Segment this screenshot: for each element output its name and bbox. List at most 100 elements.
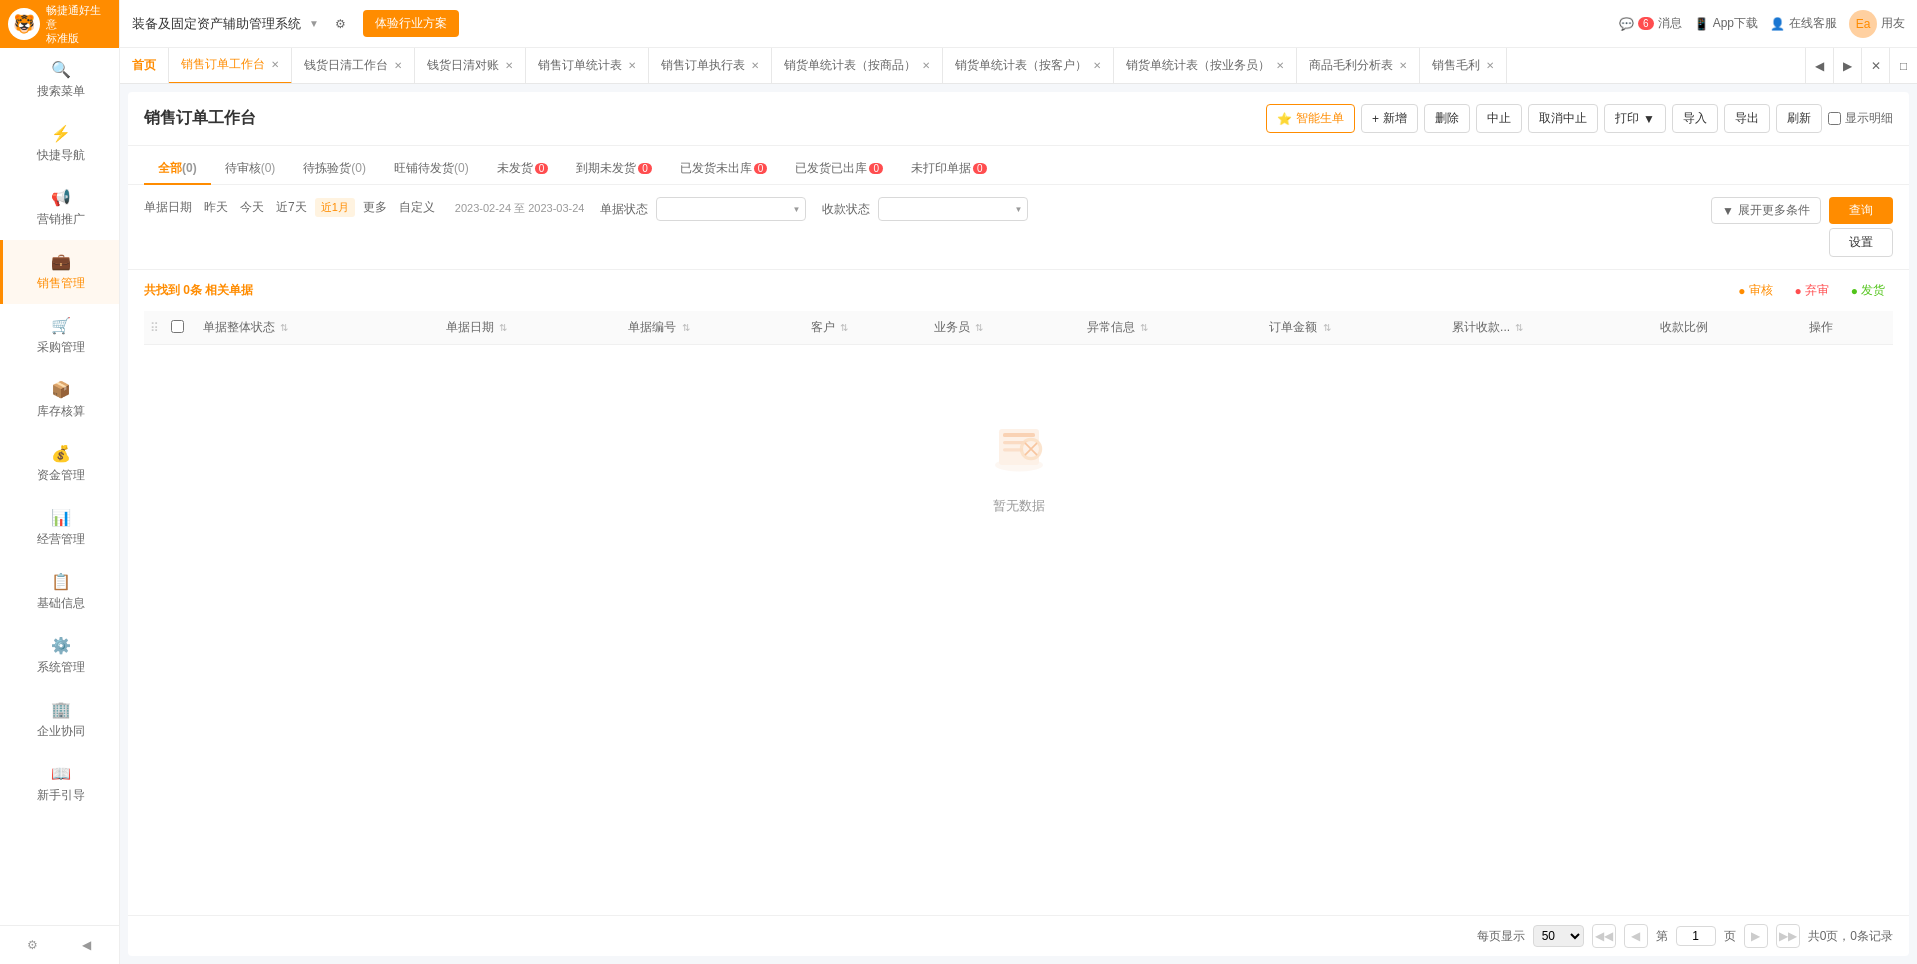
payment-select[interactable] (878, 197, 1028, 221)
sidebar-item-purchase[interactable]: 🛒 采购管理 (0, 304, 119, 368)
sub-tab-shipped-not-in[interactable]: 已发货未出库0 (666, 154, 782, 185)
tab-expand-btn[interactable]: □ (1889, 48, 1917, 84)
first-page-btn[interactable]: ◀◀ (1592, 924, 1616, 948)
page-size-select[interactable]: 50 10 20 100 (1533, 925, 1584, 947)
sort-icon[interactable]: ⇅ (975, 322, 983, 333)
smart-gen-btn[interactable]: ⭐ 智能生单 (1266, 104, 1355, 133)
sub-tab-shipped-out[interactable]: 已发货已出库0 (781, 154, 897, 185)
show-detail-input[interactable] (1828, 112, 1841, 125)
message-btn[interactable]: 💬 6 消息 (1619, 15, 1682, 32)
sidebar-collapse-btn[interactable]: ◀ (62, 934, 112, 956)
sub-tab-not-printed[interactable]: 未打印单据0 (897, 154, 1001, 185)
refresh-btn[interactable]: 刷新 (1776, 104, 1822, 133)
tab-close-btn[interactable]: ✕ (922, 60, 930, 71)
sidebar-item-sales[interactable]: 💼 销售管理 (0, 240, 119, 304)
tab-close-btn[interactable]: ✕ (1276, 60, 1284, 71)
sub-tab-not-shipped[interactable]: 未发货0 (483, 154, 563, 185)
user-menu-btn[interactable]: Ea 用友 (1849, 10, 1905, 38)
sort-icon[interactable]: ⇅ (682, 322, 690, 333)
message-badge: 6 (1638, 17, 1654, 30)
export-btn[interactable]: 导出 (1724, 104, 1770, 133)
sidebar-item-inventory[interactable]: 📦 库存核算 (0, 368, 119, 432)
sidebar-item-guide[interactable]: 📖 新手引导 (0, 752, 119, 816)
page-input[interactable] (1676, 926, 1716, 946)
tab-cash-reconcile[interactable]: 钱货日清对账 ✕ (415, 48, 526, 84)
sidebar-item-search-menu[interactable]: 🔍 搜索菜单 (0, 48, 119, 112)
sort-icon[interactable]: ⇅ (280, 322, 288, 333)
date-more[interactable]: 更多 (359, 197, 391, 218)
tab-close-all-btn[interactable]: ✕ (1861, 48, 1889, 84)
sidebar-logo: 🐯 畅捷通好生意 标准版 (0, 0, 119, 48)
tab-next-btn[interactable]: ▶ (1833, 48, 1861, 84)
import-btn[interactable]: 导入 (1672, 104, 1718, 133)
cancel-abort-btn[interactable]: 取消中止 (1528, 104, 1598, 133)
last-page-btn[interactable]: ▶▶ (1776, 924, 1800, 948)
filter-settings-btn[interactable]: 设置 (1829, 228, 1893, 257)
query-btn[interactable]: 查询 (1829, 197, 1893, 224)
sub-tab-expired-not-shipped[interactable]: 到期未发货0 (562, 154, 666, 185)
tab-sales-summary-product[interactable]: 销货单统计表（按商品） ✕ (772, 48, 943, 84)
tab-cash-daily[interactable]: 钱货日清工作台 ✕ (292, 48, 415, 84)
cancel-icon: ● (1795, 284, 1802, 298)
cancel-audit-btn[interactable]: ● 弃审 (1787, 278, 1837, 303)
sidebar-item-basic-info[interactable]: 📋 基础信息 (0, 560, 119, 624)
online-service-btn[interactable]: 👤 在线客服 (1770, 15, 1837, 32)
sidebar-item-finance[interactable]: 💰 资金管理 (0, 432, 119, 496)
sidebar-item-operations[interactable]: 📊 经营管理 (0, 496, 119, 560)
sort-icon[interactable]: ⇅ (840, 322, 848, 333)
total-info: 共0页，0条记录 (1808, 928, 1893, 945)
app-download-btn[interactable]: 📱 App下载 (1694, 15, 1758, 32)
select-all-checkbox[interactable] (171, 320, 184, 333)
audit-btn[interactable]: ● 审核 (1730, 278, 1780, 303)
date-last1month[interactable]: 近1月 (315, 198, 355, 217)
tab-close-btn[interactable]: ✕ (1486, 60, 1494, 71)
tab-close-btn[interactable]: ✕ (505, 60, 513, 71)
abort-btn[interactable]: 中止 (1476, 104, 1522, 133)
expand-conditions-btn[interactable]: ▼ 展开更多条件 (1711, 197, 1821, 224)
tab-sales-profit[interactable]: 销售毛利 ✕ (1420, 48, 1507, 84)
tab-sales-stats[interactable]: 销售订单统计表 ✕ (526, 48, 649, 84)
sub-tab-all[interactable]: 全部(0) (144, 154, 211, 185)
tab-close-btn[interactable]: ✕ (271, 59, 279, 70)
show-detail-checkbox[interactable]: 显示明细 (1828, 110, 1893, 127)
sub-tab-pending-audit[interactable]: 待审核(0) (211, 154, 290, 185)
tab-close-btn[interactable]: ✕ (1399, 60, 1407, 71)
solution-btn[interactable]: 体验行业方案 (363, 10, 459, 37)
sub-tab-wangpu[interactable]: 旺铺待发货(0) (380, 154, 483, 185)
header-settings-btn[interactable]: ⚙ (327, 10, 355, 38)
tab-sales-exec[interactable]: 销售订单执行表 ✕ (649, 48, 772, 84)
ship-btn[interactable]: ● 发货 (1843, 278, 1893, 303)
tab-sales-workbench[interactable]: 销售订单工作台 ✕ (169, 48, 292, 84)
tab-label: 销售毛利 (1432, 57, 1480, 74)
sidebar-item-enterprise[interactable]: 🏢 企业协同 (0, 688, 119, 752)
tab-sales-summary-staff[interactable]: 销货单统计表（按业务员） ✕ (1114, 48, 1297, 84)
sort-icon[interactable]: ⇅ (1323, 322, 1331, 333)
date-last7[interactable]: 近7天 (272, 197, 311, 218)
sort-icon[interactable]: ⇅ (1140, 322, 1148, 333)
tab-prev-btn[interactable]: ◀ (1805, 48, 1833, 84)
next-page-btn[interactable]: ▶ (1744, 924, 1768, 948)
tab-close-btn[interactable]: ✕ (751, 60, 759, 71)
date-custom[interactable]: 自定义 (395, 197, 439, 218)
sub-tab-pending-check[interactable]: 待拣验货(0) (289, 154, 380, 185)
new-btn[interactable]: + 新增 (1361, 104, 1418, 133)
delete-btn[interactable]: 删除 (1424, 104, 1470, 133)
print-btn[interactable]: 打印 ▼ (1604, 104, 1666, 133)
date-today[interactable]: 今天 (236, 197, 268, 218)
tab-product-margin[interactable]: 商品毛利分析表 ✕ (1297, 48, 1420, 84)
tab-close-btn[interactable]: ✕ (1093, 60, 1101, 71)
sidebar-item-quick-nav[interactable]: ⚡ 快捷导航 (0, 112, 119, 176)
tab-close-btn[interactable]: ✕ (628, 60, 636, 71)
sidebar-item-marketing[interactable]: 📢 营销推广 (0, 176, 119, 240)
prev-page-btn[interactable]: ◀ (1624, 924, 1648, 948)
sidebar-settings-btn[interactable]: ⚙ (8, 934, 58, 956)
tab-home[interactable]: 首页 (120, 48, 169, 84)
tab-close-btn[interactable]: ✕ (394, 60, 402, 71)
tab-sales-summary-customer[interactable]: 销货单统计表（按客户） ✕ (943, 48, 1114, 84)
status-select[interactable] (656, 197, 806, 221)
sort-icon[interactable]: ⇅ (1515, 322, 1523, 333)
drag-col-header: ⠿ (144, 311, 165, 345)
sidebar-item-system[interactable]: ⚙️ 系统管理 (0, 624, 119, 688)
date-yesterday[interactable]: 昨天 (200, 197, 232, 218)
sort-icon[interactable]: ⇅ (499, 322, 507, 333)
